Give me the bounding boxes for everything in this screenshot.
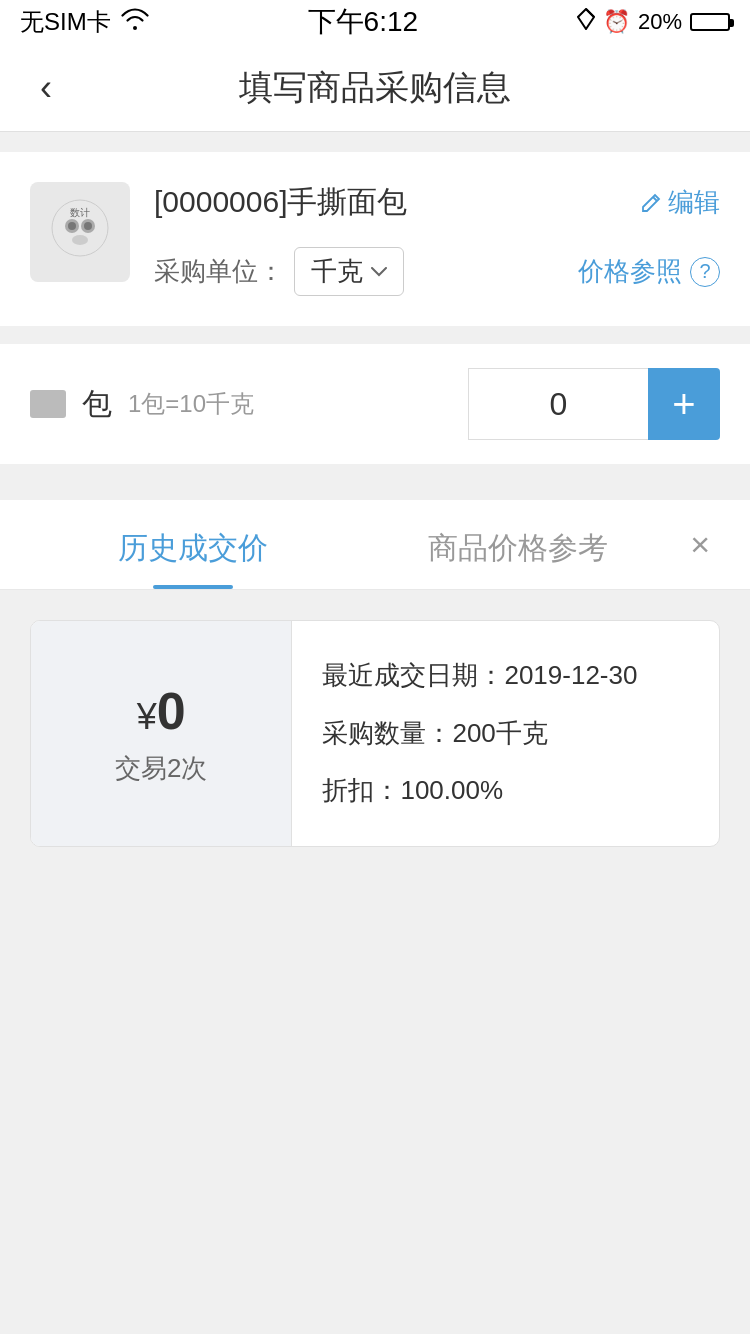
- price-history-card: ¥0 交易2次 最近成交日期：2019-12-30 采购数量：200千克 折扣：…: [30, 620, 720, 847]
- svg-line-0: [586, 9, 594, 17]
- edit-label: 编辑: [668, 185, 720, 220]
- svg-text:数计: 数计: [70, 207, 90, 218]
- page-title: 填写商品采购信息: [239, 65, 511, 111]
- tab-price-ref[interactable]: 商品价格参考: [355, 500, 680, 589]
- tab-close-button[interactable]: ×: [680, 515, 720, 574]
- tab-price-ref-label: 商品价格参考: [428, 531, 608, 564]
- product-info: [0000006]手撕面包 编辑 采购单位： 千克: [154, 182, 720, 296]
- price-trades: 交易2次: [115, 751, 207, 786]
- unit-value: 千克: [311, 254, 363, 289]
- recent-date-row: 最近成交日期：2019-12-30: [322, 655, 689, 697]
- price-details: 最近成交日期：2019-12-30 采购数量：200千克 折扣：100.00%: [292, 621, 719, 846]
- qty-control: 0 +: [468, 368, 720, 440]
- status-right: ⏰ 20%: [577, 8, 730, 36]
- recent-date-value: 2019-12-30: [504, 660, 637, 690]
- tab-history-price[interactable]: 历史成交价: [30, 500, 355, 589]
- price-ref-label: 价格参照: [578, 254, 682, 289]
- plus-icon: +: [672, 382, 695, 427]
- discount-row: 折扣：100.00%: [322, 770, 689, 812]
- product-header: 数计 [0000006]手撕面包 编辑 采购单位： 千: [30, 182, 720, 296]
- purchase-qty-row: 采购数量：200千克: [322, 713, 689, 755]
- back-button[interactable]: ‹: [30, 57, 62, 119]
- product-thumbnail: 数计: [30, 182, 130, 282]
- price-amount: ¥0: [137, 681, 186, 741]
- discount-label: 折扣：: [322, 775, 400, 805]
- tabs-bar: 历史成交价 商品价格参考 ×: [0, 500, 750, 590]
- sim-label: 无SIM卡: [20, 6, 111, 38]
- qty-value: 0: [550, 386, 568, 423]
- discount-value: 100.00%: [400, 775, 503, 805]
- product-card: 数计 [0000006]手撕面包 编辑 采购单位： 千: [0, 152, 750, 326]
- battery-percent: 20%: [638, 9, 682, 35]
- price-ref-button[interactable]: 价格参照 ?: [578, 254, 720, 289]
- unit-label: 采购单位：: [154, 254, 284, 289]
- qty-plus-button[interactable]: +: [648, 368, 720, 440]
- nav-bar: ‹ 填写商品采购信息: [0, 44, 750, 132]
- alarm-icon: ⏰: [603, 9, 630, 35]
- price-summary: ¥0 交易2次: [31, 621, 292, 846]
- unit-select[interactable]: 千克: [294, 247, 404, 296]
- product-full-name: [0000006]手撕面包: [154, 182, 407, 223]
- currency-symbol: ¥: [137, 696, 157, 737]
- pkg-info: 包 1包=10千克: [30, 384, 254, 425]
- help-icon: ?: [690, 257, 720, 287]
- svg-point-5: [84, 222, 92, 230]
- location-icon: [577, 8, 595, 36]
- wifi-icon: [121, 8, 149, 36]
- separator-1: [0, 326, 750, 342]
- svg-point-6: [72, 235, 88, 245]
- svg-point-4: [68, 222, 76, 230]
- product-thumb-icon: 数计: [50, 198, 110, 267]
- status-bar: 无SIM卡 下午6:12 ⏰ 20%: [0, 0, 750, 44]
- price-number: 0: [157, 682, 186, 740]
- product-name-row: [0000006]手撕面包 编辑: [154, 182, 720, 223]
- edit-button[interactable]: 编辑: [640, 185, 720, 220]
- battery-icon: [690, 13, 730, 31]
- tab-history-label: 历史成交价: [118, 531, 268, 564]
- pkg-icon: [30, 390, 66, 418]
- pkg-label: 包: [82, 384, 112, 425]
- purchase-qty-value: 200千克: [452, 718, 547, 748]
- qty-input[interactable]: 0: [468, 368, 648, 440]
- status-time: 下午6:12: [308, 3, 419, 41]
- unit-row: 采购单位： 千克 价格参照 ?: [154, 247, 720, 296]
- pkg-convert: 1包=10千克: [128, 388, 254, 420]
- separator-2: [0, 464, 750, 480]
- status-left: 无SIM卡: [20, 6, 149, 38]
- purchase-qty-label: 采购数量：: [322, 718, 452, 748]
- quantity-row: 包 1包=10千克 0 +: [0, 344, 750, 464]
- recent-date-label: 最近成交日期：: [322, 660, 504, 690]
